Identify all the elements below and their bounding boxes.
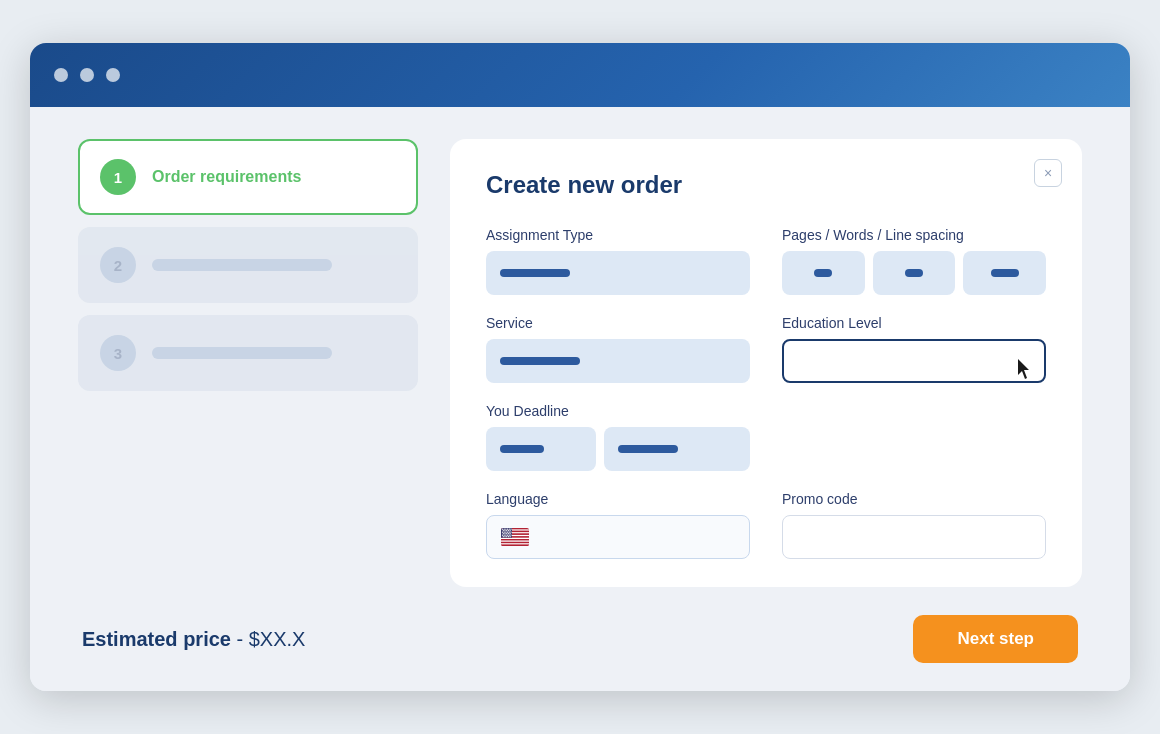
svg-rect-13 <box>501 545 529 546</box>
promo-code-input[interactable] <box>782 515 1046 559</box>
promo-code-label: Promo code <box>782 491 1046 507</box>
language-label: Language <box>486 491 750 507</box>
close-button[interactable]: × <box>1034 159 1062 187</box>
sidebar: 1 Order requirements 2 3 <box>78 139 418 391</box>
deadline-date-input[interactable] <box>486 427 596 471</box>
service-group: Service <box>486 315 750 383</box>
assignment-type-label: Assignment Type <box>486 227 750 243</box>
service-input[interactable] <box>486 339 750 383</box>
svg-point-46 <box>508 536 509 537</box>
language-input[interactable] <box>486 515 750 559</box>
estimated-value: $XX.X <box>249 628 306 650</box>
language-group: Language <box>486 491 750 559</box>
svg-point-27 <box>504 532 505 533</box>
deadline-right-placeholder <box>782 403 1046 471</box>
deadline-input-container <box>486 427 750 471</box>
estimated-price: Estimated price - $XX.X <box>82 628 305 651</box>
titlebar-dot-1 <box>54 68 68 82</box>
sidebar-step-3[interactable]: 3 <box>78 315 418 391</box>
step-circle-1: 1 <box>100 159 136 195</box>
svg-point-25 <box>510 530 511 531</box>
svg-rect-11 <box>501 542 529 543</box>
form-grid: Assignment Type Pages / Words / Line spa… <box>486 227 1046 559</box>
footer-bar: Estimated price - $XX.X Next step <box>78 615 1082 663</box>
words-input[interactable] <box>873 251 956 295</box>
assignment-type-group: Assignment Type <box>486 227 750 295</box>
svg-point-29 <box>507 532 508 533</box>
education-level-input[interactable] <box>782 339 1046 383</box>
svg-point-18 <box>507 529 508 530</box>
svg-rect-10 <box>501 540 529 541</box>
pages-group: Pages / Words / Line spacing <box>782 227 1046 295</box>
svg-point-34 <box>506 533 507 534</box>
service-label: Service <box>486 315 750 331</box>
deadline-label: You Deadline <box>486 403 750 419</box>
pages-input[interactable] <box>782 251 865 295</box>
svg-point-36 <box>510 533 511 534</box>
titlebar <box>30 43 1130 107</box>
svg-point-42 <box>510 535 511 536</box>
sidebar-step-1[interactable]: 1 Order requirements <box>78 139 418 215</box>
svg-point-16 <box>504 529 505 530</box>
pages-label: Pages / Words / Line spacing <box>782 227 1046 243</box>
svg-point-41 <box>509 535 510 536</box>
svg-rect-12 <box>501 543 529 544</box>
svg-point-28 <box>505 532 506 533</box>
svg-point-15 <box>502 529 503 530</box>
next-step-button[interactable]: Next step <box>913 615 1078 663</box>
education-level-group: Education Level <box>782 315 1046 383</box>
svg-point-32 <box>503 533 504 534</box>
input-fill-dots <box>500 357 580 365</box>
svg-point-17 <box>505 529 506 530</box>
deadline-time-input[interactable] <box>604 427 750 471</box>
assignment-type-input[interactable] <box>486 251 750 295</box>
svg-rect-8 <box>501 538 529 539</box>
svg-point-23 <box>506 530 507 531</box>
us-flag-icon <box>501 528 529 546</box>
svg-point-22 <box>504 530 505 531</box>
svg-point-30 <box>509 532 510 533</box>
svg-point-24 <box>508 530 509 531</box>
line-spacing-input[interactable] <box>963 251 1046 295</box>
svg-point-20 <box>510 529 511 530</box>
deadline-group: You Deadline <box>486 403 750 471</box>
pages-triple-input <box>782 251 1046 295</box>
titlebar-dot-2 <box>80 68 94 82</box>
form-title: Create new order <box>486 171 1046 199</box>
svg-point-37 <box>502 535 503 536</box>
estimated-separator: - <box>237 628 249 650</box>
app-window: 1 Order requirements 2 3 <box>30 43 1130 691</box>
svg-point-39 <box>505 535 506 536</box>
step-2-label <box>152 259 332 271</box>
svg-point-45 <box>506 536 507 537</box>
svg-point-44 <box>504 536 505 537</box>
step-circle-3: 3 <box>100 335 136 371</box>
sidebar-step-2[interactable]: 2 <box>78 227 418 303</box>
svg-point-33 <box>504 533 505 534</box>
main-layout: 1 Order requirements 2 3 <box>78 139 1082 587</box>
estimated-label: Estimated price <box>82 628 231 650</box>
window-body: 1 Order requirements 2 3 <box>30 107 1130 691</box>
promo-code-group: Promo code <box>782 491 1046 559</box>
svg-point-19 <box>509 529 510 530</box>
education-level-label: Education Level <box>782 315 1046 331</box>
svg-point-35 <box>508 533 509 534</box>
titlebar-dot-3 <box>106 68 120 82</box>
svg-rect-9 <box>501 539 529 540</box>
svg-point-43 <box>503 536 504 537</box>
svg-point-21 <box>503 530 504 531</box>
step-3-label <box>152 347 332 359</box>
svg-point-38 <box>504 535 505 536</box>
svg-point-26 <box>502 532 503 533</box>
form-panel: × Create new order Assignment Type Pages… <box>450 139 1082 587</box>
input-fill-dots <box>500 269 570 277</box>
step-circle-2: 2 <box>100 247 136 283</box>
svg-point-47 <box>510 536 511 537</box>
svg-point-40 <box>507 535 508 536</box>
svg-point-31 <box>510 532 511 533</box>
step-1-label: Order requirements <box>152 168 301 186</box>
